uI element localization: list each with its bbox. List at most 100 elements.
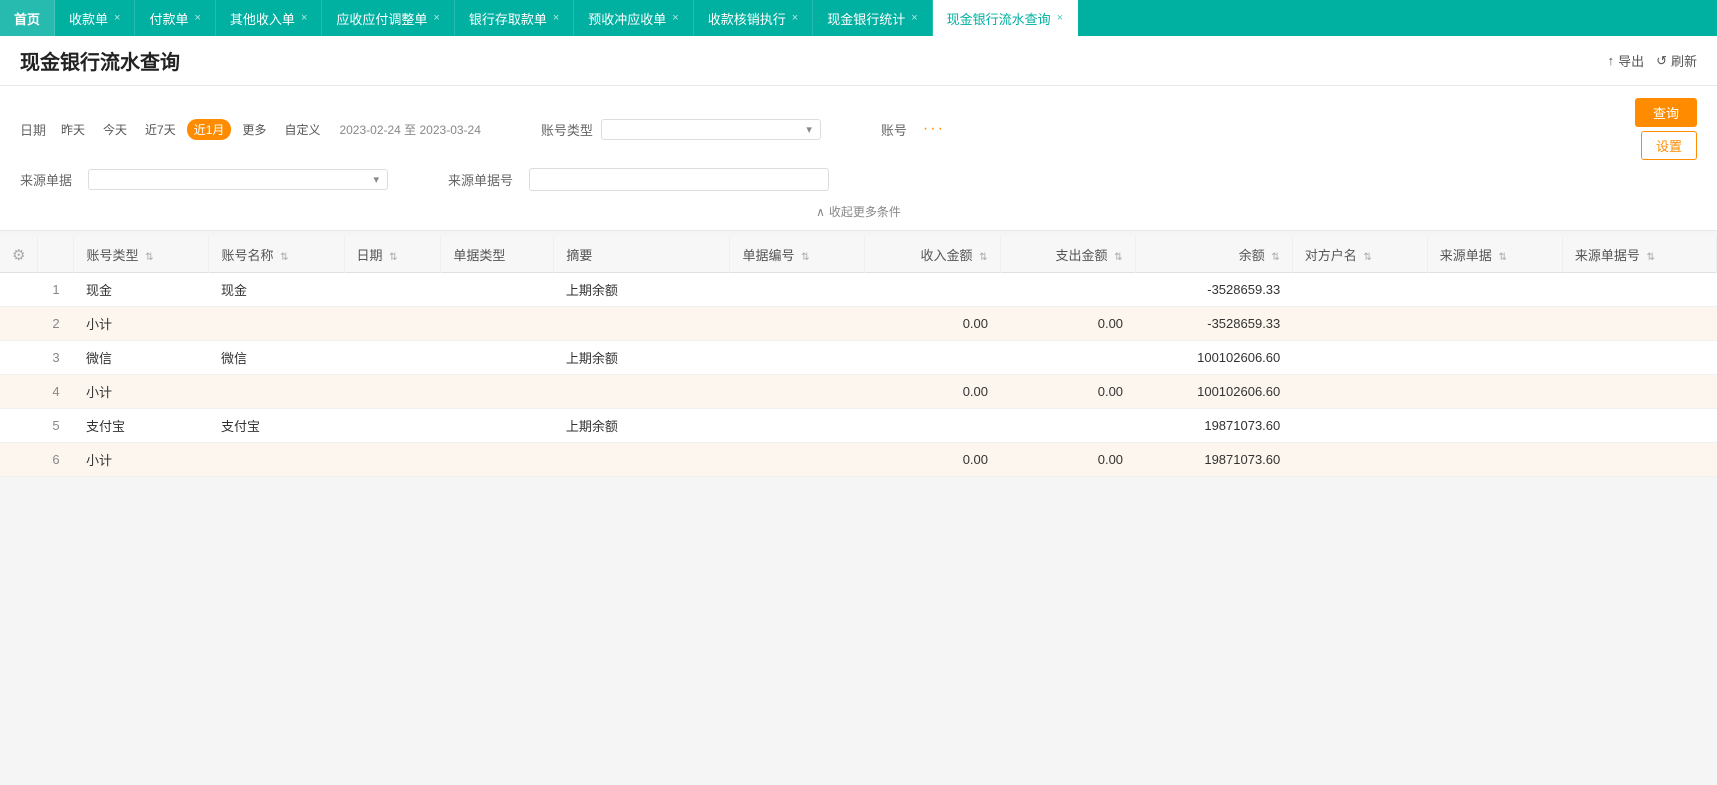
nav-item-prepay[interactable]: 预收冲应收单 × [574, 0, 693, 36]
nav-home-label: 首页 [14, 9, 40, 28]
row-summary-cell [554, 443, 730, 477]
table-row[interactable]: 2小计0.000.00-3528659.33 [0, 307, 1717, 341]
nav-close-writeoff[interactable]: × [792, 12, 798, 24]
row-counterpart-cell [1292, 341, 1427, 375]
source-doc-no-input[interactable] [529, 168, 829, 191]
row-date-cell [344, 375, 441, 409]
date-btn-yesterday[interactable]: 昨天 [54, 119, 92, 140]
row-gear-cell [0, 273, 38, 307]
nav-close-receipt[interactable]: × [114, 12, 120, 24]
row-income-cell [865, 273, 1000, 307]
th-expense[interactable]: 支出金额 ⇅ [1000, 237, 1135, 273]
row-num-cell: 6 [38, 443, 74, 477]
row-doc_type-cell [441, 443, 554, 477]
date-btn-custom[interactable]: 自定义 [277, 119, 327, 140]
th-account-name[interactable]: 账号名称 ⇅ [209, 237, 344, 273]
nav-item-home[interactable]: 首页 [0, 0, 55, 36]
nav-item-payment[interactable]: 付款单 × [135, 0, 215, 36]
row-income-cell [865, 341, 1000, 375]
row-account_type-cell: 小计 [74, 375, 209, 409]
nav-item-writeoff[interactable]: 收款核销执行 × [694, 0, 813, 36]
date-btn-today[interactable]: 今天 [96, 119, 134, 140]
table-row[interactable]: 3微信微信上期余额100102606.60 [0, 341, 1717, 375]
row-account_type-cell: 小计 [74, 443, 209, 477]
account-type-select[interactable]: ▾ [601, 119, 821, 140]
nav-close-bank-deposit[interactable]: × [553, 12, 559, 24]
nav-item-cash-stat[interactable]: 现金银行统计 × [813, 0, 932, 36]
settings-button[interactable]: 设置 [1641, 131, 1697, 160]
nav-close-payment[interactable]: × [194, 12, 200, 24]
th-doc-no[interactable]: 单据编号 ⇅ [730, 237, 865, 273]
account-ellipsis-btn[interactable]: ··· [923, 120, 945, 138]
nav-close-other-income[interactable]: × [301, 12, 307, 24]
table-header-row: ⚙ 账号类型 ⇅ 账号名称 ⇅ 日期 ⇅ 单据类型 [0, 237, 1717, 273]
nav-ar-ap-adjust-label: 应收应付调整单 [336, 9, 427, 28]
date-btn-more[interactable]: 更多 [235, 119, 273, 140]
row-income-cell [865, 409, 1000, 443]
row-account_name-cell [209, 375, 344, 409]
row-doc_type-cell [441, 375, 554, 409]
nav-item-receipt[interactable]: 收款单 × [55, 0, 135, 36]
nav-item-ar-ap-adjust[interactable]: 应收应付调整单 × [322, 0, 454, 36]
row-source_doc_no-cell [1562, 273, 1716, 307]
row-counterpart-cell [1292, 307, 1427, 341]
account-type-label: 账号类型 [541, 120, 593, 139]
expense-sort-icon: ⇅ [1114, 252, 1122, 263]
collapse-label: 收起更多条件 [829, 203, 901, 220]
row-doc_no-cell [730, 375, 865, 409]
row-summary-cell [554, 375, 730, 409]
th-counterpart[interactable]: 对方户名 ⇅ [1292, 237, 1427, 273]
source-doc-filter-group: 来源单据 ▾ [20, 169, 388, 190]
date-btn-1month[interactable]: 近1月 [187, 119, 232, 140]
collapse-up-icon: ∧ [816, 205, 825, 219]
account-type-chevron-icon: ▾ [806, 123, 812, 136]
nav-bank-deposit-label: 银行存取款单 [469, 9, 547, 28]
refresh-button[interactable]: ↺ 刷新 [1656, 51, 1697, 70]
action-buttons: 查询 设置 [1635, 98, 1697, 160]
source-doc-no-label: 来源单据号 [448, 170, 513, 189]
nav-close-ar-ap-adjust[interactable]: × [433, 12, 439, 24]
row-account_name-cell: 现金 [209, 273, 344, 307]
page-header: 现金银行流水查询 ↑ 导出 ↺ 刷新 [0, 36, 1717, 86]
th-balance[interactable]: 余额 ⇅ [1135, 237, 1292, 273]
row-doc_type-cell [441, 273, 554, 307]
date-btn-7days[interactable]: 近7天 [138, 119, 183, 140]
nav-item-bank-deposit[interactable]: 银行存取款单 × [455, 0, 574, 36]
nav-other-income-label: 其他收入单 [230, 9, 295, 28]
row-doc_no-cell [730, 273, 865, 307]
nav-close-cash-stat[interactable]: × [911, 12, 917, 24]
refresh-label: 刷新 [1671, 51, 1697, 70]
doc-no-sort-icon: ⇅ [801, 252, 809, 263]
table-gear-icon[interactable]: ⚙ [12, 247, 25, 264]
row-num-cell: 1 [38, 273, 74, 307]
nav-close-prepay[interactable]: × [672, 12, 678, 24]
th-source-doc-no[interactable]: 来源单据号 ⇅ [1562, 237, 1716, 273]
table-row[interactable]: 4小计0.000.00100102606.60 [0, 375, 1717, 409]
date-filter-group: 日期 昨天 今天 近7天 近1月 更多 自定义 2023-02-24 至 202… [20, 119, 481, 140]
source-doc-select[interactable]: ▾ [88, 169, 388, 190]
collapse-bar[interactable]: ∧ 收起更多条件 [20, 199, 1697, 222]
row-account_name-cell: 支付宝 [209, 409, 344, 443]
nav-close-cash-flow[interactable]: × [1057, 12, 1063, 24]
top-nav: 首页 收款单 × 付款单 × 其他收入单 × 应收应付调整单 × 银行存取款单 … [0, 0, 1717, 36]
row-source_doc_no-cell [1562, 409, 1716, 443]
row-doc_no-cell [730, 443, 865, 477]
th-date[interactable]: 日期 ⇅ [344, 237, 441, 273]
row-balance-cell: -3528659.33 [1135, 307, 1292, 341]
query-button[interactable]: 查询 [1635, 98, 1697, 127]
th-source-doc[interactable]: 来源单据 ⇅ [1427, 237, 1562, 273]
nav-item-cash-flow[interactable]: 现金银行流水查询 × [933, 0, 1078, 36]
table-row[interactable]: 5支付宝支付宝上期余额19871073.60 [0, 409, 1717, 443]
table-container: ⚙ 账号类型 ⇅ 账号名称 ⇅ 日期 ⇅ 单据类型 [0, 237, 1717, 477]
filter-row-1: 日期 昨天 今天 近7天 近1月 更多 自定义 2023-02-24 至 202… [20, 98, 1697, 160]
th-account-type[interactable]: 账号类型 ⇅ [74, 237, 209, 273]
nav-cash-flow-label: 现金银行流水查询 [947, 9, 1051, 28]
row-counterpart-cell [1292, 273, 1427, 307]
filter-area: 日期 昨天 今天 近7天 近1月 更多 自定义 2023-02-24 至 202… [0, 86, 1717, 231]
th-income[interactable]: 收入金额 ⇅ [865, 237, 1000, 273]
export-button[interactable]: ↑ 导出 [1608, 51, 1645, 70]
table-row[interactable]: 1现金现金上期余额-3528659.33 [0, 273, 1717, 307]
row-num-cell: 5 [38, 409, 74, 443]
nav-item-other-income[interactable]: 其他收入单 × [216, 0, 322, 36]
table-row[interactable]: 6小计0.000.0019871073.60 [0, 443, 1717, 477]
